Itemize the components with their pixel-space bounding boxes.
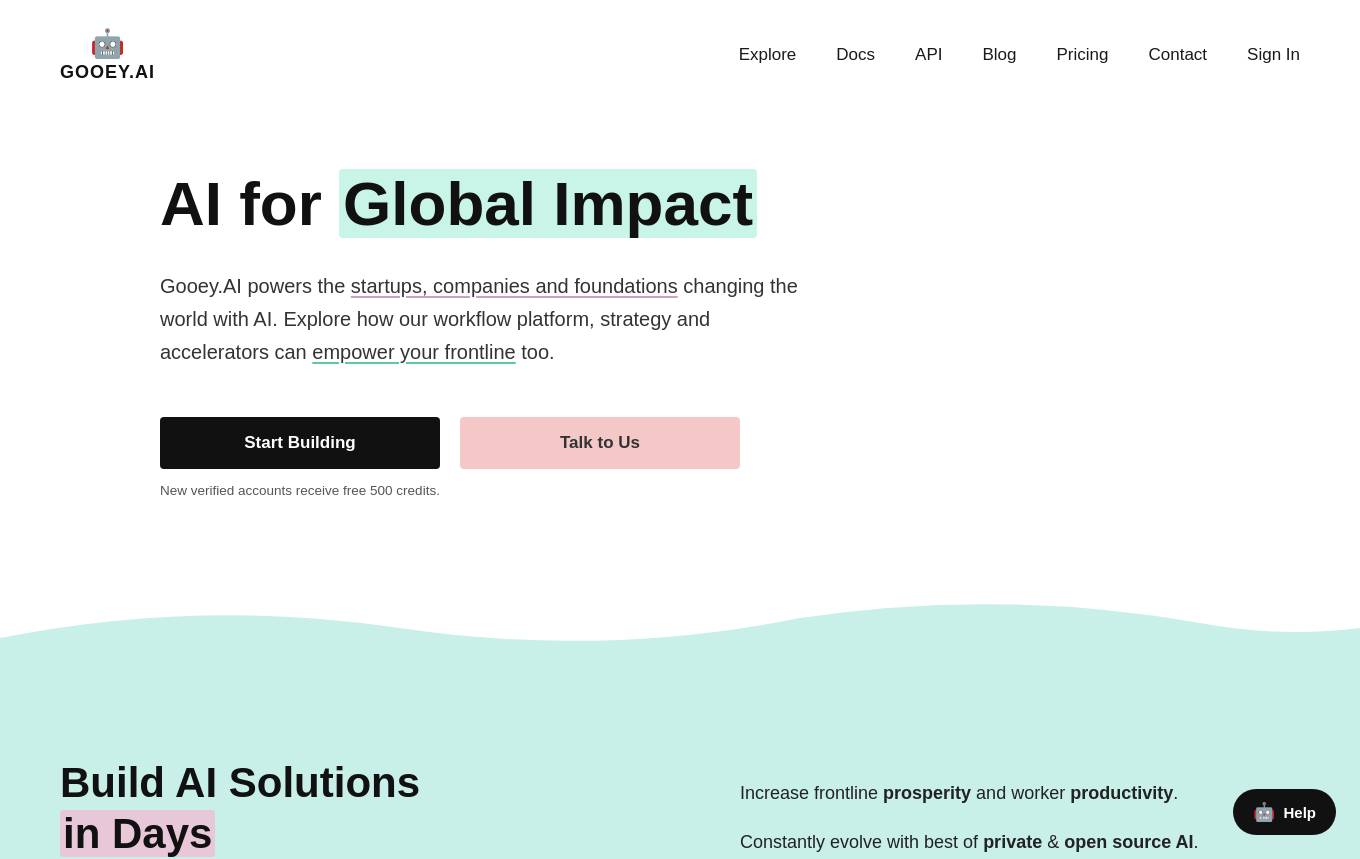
wave-divider	[0, 598, 1360, 678]
hero-title-highlight: Global Impact	[339, 169, 757, 238]
teal-title-p1: Build AI Solutions	[60, 759, 420, 806]
teal-right-line1: Increase frontline prosperity and worker…	[740, 778, 1300, 809]
teal-r1-b2: productivity	[1070, 783, 1173, 803]
nav-item-signin[interactable]: Sign In	[1247, 45, 1300, 65]
teal-r2-end: .	[1194, 832, 1199, 852]
teal-r2-mid: &	[1042, 832, 1064, 852]
hero-title: AI for Global Impact	[160, 170, 840, 238]
hero-note: New verified accounts receive free 500 c…	[160, 483, 840, 498]
start-building-button[interactable]: Start Building	[160, 417, 440, 469]
hero-description: Gooey.AI powers the startups, companies …	[160, 270, 820, 369]
wave-section: Build AI Solutions in Days ↗ Increase fr…	[0, 598, 1360, 859]
logo-text: GOOEY.AI	[60, 62, 155, 83]
teal-left: Build AI Solutions in Days ↗	[60, 758, 580, 859]
teal-r2-p1: Constantly evolve with best of	[740, 832, 983, 852]
teal-title-highlight: in Days	[60, 810, 215, 857]
nav-item-explore[interactable]: Explore	[739, 45, 797, 65]
hero-desc-h1: startups, companies and foundations	[351, 275, 678, 297]
teal-r1-mid: and worker	[971, 783, 1070, 803]
hero-desc-p1: Gooey.AI powers the	[160, 275, 351, 297]
help-button[interactable]: 🤖 Help	[1233, 789, 1336, 835]
logo[interactable]: 🤖 GOOEY.AI	[60, 27, 155, 83]
teal-r1-end: .	[1173, 783, 1178, 803]
teal-r1-b1: prosperity	[883, 783, 971, 803]
teal-right-line2: Constantly evolve with best of private &…	[740, 827, 1300, 858]
hero-section: AI for Global Impact Gooey.AI powers the…	[0, 110, 900, 578]
hero-title-plain: AI for	[160, 169, 339, 238]
nav-item-api[interactable]: API	[915, 45, 942, 65]
logo-robot-icon: 🤖	[90, 27, 125, 60]
teal-r2-b2: open source AI	[1064, 832, 1193, 852]
nav-links: Explore Docs API Blog Pricing Contact Si…	[739, 45, 1300, 65]
nav-item-pricing[interactable]: Pricing	[1057, 45, 1109, 65]
help-robot-icon: 🤖	[1253, 801, 1275, 823]
nav-item-blog[interactable]: Blog	[982, 45, 1016, 65]
talk-to-us-button[interactable]: Talk to Us	[460, 417, 740, 469]
teal-r2-b1: private	[983, 832, 1042, 852]
hero-desc-h2: empower your frontline	[312, 341, 515, 363]
teal-r1-p1: Increase frontline	[740, 783, 883, 803]
teal-title: Build AI Solutions in Days	[60, 758, 580, 859]
nav-item-docs[interactable]: Docs	[836, 45, 875, 65]
teal-section: Build AI Solutions in Days ↗ Increase fr…	[0, 678, 1360, 859]
navbar: 🤖 GOOEY.AI Explore Docs API Blog Pricing…	[0, 0, 1360, 110]
teal-right: Increase frontline prosperity and worker…	[740, 758, 1300, 859]
nav-item-contact[interactable]: Contact	[1148, 45, 1207, 65]
help-label: Help	[1283, 804, 1316, 821]
hero-buttons: Start Building Talk to Us	[160, 417, 840, 469]
hero-desc-p3: too.	[516, 341, 555, 363]
